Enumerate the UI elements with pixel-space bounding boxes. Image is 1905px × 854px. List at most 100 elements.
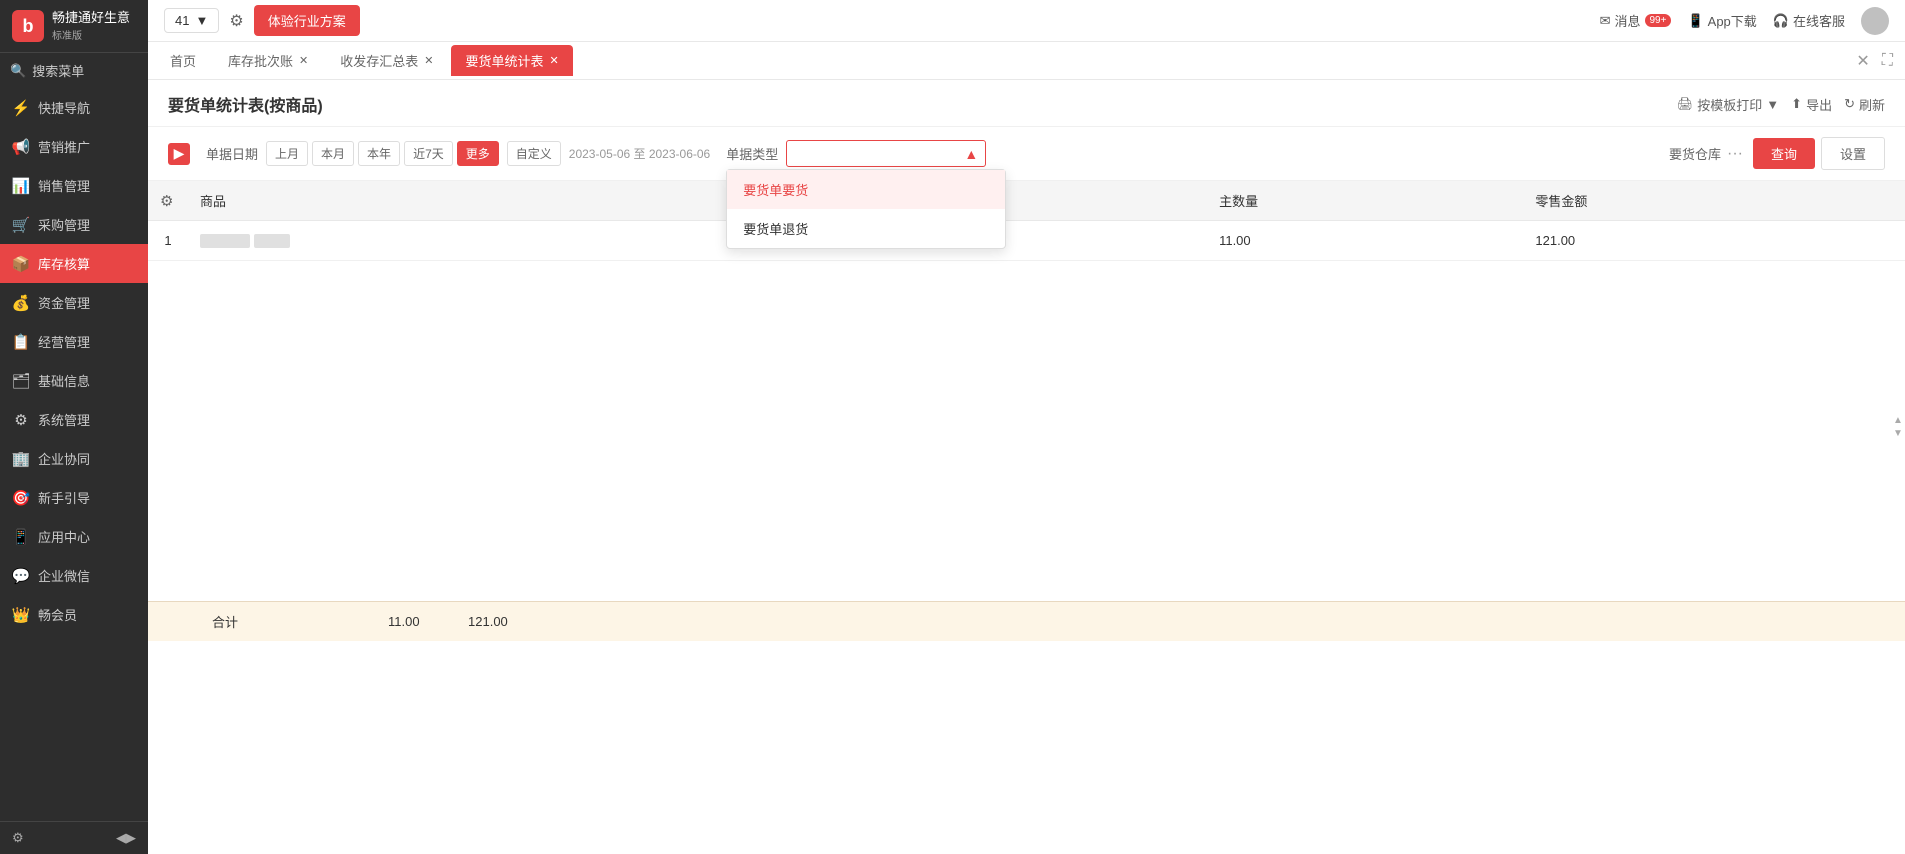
print-dropdown-arrow: ▼: [1766, 97, 1779, 112]
online-service-btn[interactable]: 🎧 在线客服: [1773, 11, 1845, 30]
type-input-wrapper: ▲: [786, 140, 986, 167]
messages-btn[interactable]: ✉ 消息 99+: [1600, 11, 1672, 30]
refresh-icon: ↻: [1844, 96, 1855, 112]
sidebar-item-inventory[interactable]: 📦 库存核算: [0, 244, 148, 283]
tab-order-summary[interactable]: 要货单统计表 ✕: [451, 45, 572, 76]
footer-amount: 121.00: [468, 614, 548, 629]
page-header: 要货单统计表(按商品) 🖨 按模板打印 ▼ ⬆ 导出 ↻ 刷新: [148, 80, 1905, 127]
refresh-btn[interactable]: ↻ 刷新: [1844, 95, 1885, 114]
sidebar-item-finance[interactable]: 💰 资金管理: [0, 283, 148, 322]
type-input-arrow-icon[interactable]: ▲: [964, 146, 978, 162]
warehouse-label: 要货仓库: [1669, 144, 1721, 163]
tab-inventory-batch-label: 库存批次账: [228, 51, 293, 70]
search-icon: 🔍: [10, 63, 26, 79]
sidebar-label-quick-nav: 快捷导航: [38, 98, 90, 117]
store-selector[interactable]: 41 ▼: [164, 8, 219, 33]
sidebar-label-member: 畅会员: [38, 605, 77, 624]
tabs-bar: 首页 库存批次账 ✕ 收发存汇总表 ✕ 要货单统计表 ✕ ✕ ⛶: [148, 42, 1905, 80]
table-empty-space: [148, 261, 1905, 601]
scroll-down-arrow[interactable]: ▼: [1893, 428, 1903, 439]
topbar-left: 41 ▼ ⚙ 体验行业方案: [164, 5, 360, 36]
sidebar-search[interactable]: 🔍 搜索菜单: [0, 53, 148, 88]
warehouse-more-icon[interactable]: ···: [1727, 145, 1743, 163]
scroll-up-arrow[interactable]: ▲: [1893, 415, 1903, 426]
export-btn[interactable]: ⬆ 导出: [1791, 95, 1832, 114]
tab-inventory-batch[interactable]: 库存批次账 ✕: [214, 45, 322, 76]
sidebar-label-appstore: 应用中心: [38, 527, 90, 546]
print-icon: 🖨: [1677, 96, 1694, 112]
tab-order-summary-close[interactable]: ✕: [550, 54, 559, 67]
topbar: 41 ▼ ⚙ 体验行业方案 ✉ 消息 99+ 📱 App下载 🎧 在线客服: [148, 0, 1905, 42]
cell-product: [188, 221, 760, 261]
headset-icon: 🎧: [1773, 13, 1789, 29]
sidebar-logo: b 畅捷通好生意 标准版: [0, 0, 148, 53]
store-name: 41: [175, 13, 189, 28]
export-label: 导出: [1806, 95, 1832, 114]
table-col-product: 商品: [188, 181, 760, 221]
tab-home[interactable]: 首页: [156, 45, 210, 76]
tab-inventory-batch-close[interactable]: ✕: [299, 54, 308, 67]
tab-receive-summary-close[interactable]: ✕: [424, 54, 433, 67]
date-btn-more[interactable]: 更多: [457, 141, 499, 166]
product-placeholder-1: [200, 234, 250, 248]
sidebar-item-basic[interactable]: 🗂 基础信息: [0, 361, 148, 400]
brand-sub: 标准版: [52, 27, 130, 42]
sidebar-item-quick-nav[interactable]: ⚡ 快捷导航: [0, 88, 148, 127]
inventory-icon: 📦: [12, 255, 30, 273]
tab-fullscreen-btn[interactable]: ⛶: [1878, 49, 1897, 73]
date-btn-7days[interactable]: 近7天: [404, 141, 453, 166]
appstore-icon: 📱: [12, 528, 30, 546]
cell-amount: 121.00: [1523, 221, 1905, 261]
app-download-btn[interactable]: 📱 App下载: [1687, 11, 1756, 30]
trial-btn[interactable]: 体验行业方案: [254, 5, 360, 36]
type-filter-label: 单据类型: [726, 144, 778, 163]
date-custom-btn[interactable]: 自定义: [507, 141, 561, 166]
sidebar-collapse-btn[interactable]: ◀▶: [116, 830, 136, 846]
sidebar-item-wechat[interactable]: 💬 企业微信: [0, 556, 148, 595]
date-btn-this-month[interactable]: 本月: [312, 141, 354, 166]
sidebar-item-guide[interactable]: 🎯 新手引导: [0, 478, 148, 517]
tab-close-all-btn[interactable]: ✕: [1852, 49, 1873, 73]
purchase-icon: 🛒: [12, 216, 30, 234]
sidebar-item-enterprise[interactable]: 🏢 企业协同: [0, 439, 148, 478]
online-service-label: 在线客服: [1793, 11, 1845, 30]
sidebar-item-operation[interactable]: 📋 经营管理: [0, 322, 148, 361]
user-avatar[interactable]: [1861, 7, 1889, 35]
print-template-label: 按模板打印: [1697, 95, 1762, 114]
type-input[interactable]: [786, 140, 986, 167]
logo-text-block: 畅捷通好生意 标准版: [52, 10, 130, 42]
table-settings-icon[interactable]: ⚙: [160, 193, 173, 210]
dropdown-item-order-return[interactable]: 要货单退货: [727, 209, 1005, 248]
wechat-icon: 💬: [12, 567, 30, 585]
sidebar-item-marketing[interactable]: 📢 营销推广: [0, 127, 148, 166]
sidebar-item-member[interactable]: 👑 畅会员: [0, 595, 148, 634]
table-body: 1 块 11.00 121.00: [148, 221, 1905, 261]
sidebar-settings-btn[interactable]: ⚙: [12, 830, 24, 846]
table-footer: 合计 11.00 121.00: [148, 601, 1905, 641]
print-template-btn[interactable]: 🖨 按模板打印 ▼: [1677, 95, 1779, 114]
product-placeholder-2: [254, 234, 290, 248]
dropdown-item-order-goods[interactable]: 要货单要货: [727, 170, 1005, 209]
sidebar-item-system[interactable]: ⚙ 系统管理: [0, 400, 148, 439]
tab-order-summary-label: 要货单统计表: [465, 51, 543, 70]
sidebar-bottom: ⚙ ◀▶: [0, 821, 148, 854]
system-icon: ⚙: [12, 411, 30, 429]
sidebar-label-wechat: 企业微信: [38, 566, 90, 585]
sidebar-item-sales[interactable]: 📊 销售管理: [0, 166, 148, 205]
settings-btn[interactable]: 设置: [1821, 137, 1885, 170]
sidebar-item-purchase[interactable]: 🛒 采购管理: [0, 205, 148, 244]
table-col-amount: 零售金额: [1523, 181, 1905, 221]
table-header: ⚙ 商品 主计量单位 主数量 零售金额: [148, 181, 1905, 221]
filter-expand-btn[interactable]: ▶: [168, 143, 190, 165]
tab-receive-summary[interactable]: 收发存汇总表 ✕: [326, 45, 447, 76]
sidebar-item-appstore[interactable]: 📱 应用中心: [0, 517, 148, 556]
date-btn-prev-month[interactable]: 上月: [266, 141, 308, 166]
tabs-controls: ✕ ⛶: [1852, 49, 1897, 73]
tab-receive-summary-label: 收发存汇总表: [340, 51, 418, 70]
query-btn[interactable]: 查询: [1753, 138, 1815, 169]
messages-label: 消息: [1614, 11, 1640, 30]
main-content: 41 ▼ ⚙ 体验行业方案 ✉ 消息 99+ 📱 App下载 🎧 在线客服: [148, 0, 1905, 854]
member-icon: 👑: [12, 606, 30, 624]
date-btn-this-year[interactable]: 本年: [358, 141, 400, 166]
topbar-settings-icon[interactable]: ⚙: [229, 11, 243, 31]
